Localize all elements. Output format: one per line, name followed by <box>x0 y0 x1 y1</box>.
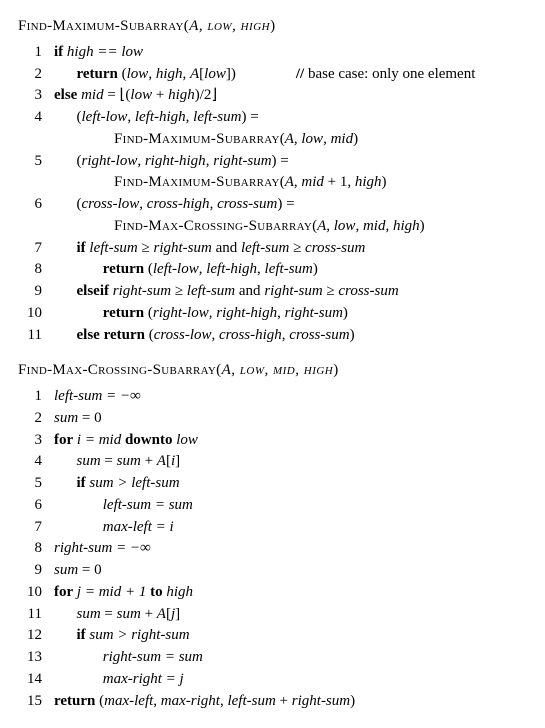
algo2-line-2: 2 sum = 0 <box>18 408 527 430</box>
algo1-line-2: 2 return (low, high, A[low])// base case… <box>18 64 527 86</box>
line-number: 8 <box>18 538 42 560</box>
algo2-line-11: 11 sum = sum + A[j] <box>18 604 527 626</box>
line-number: 8 <box>18 259 42 281</box>
algo2-line-7: 7 max-left = i <box>18 517 527 539</box>
line-number: 2 <box>18 64 42 86</box>
line-number: 10 <box>18 582 42 604</box>
algo1-line-4: 4 (left-low, left-high, left-sum) = <box>18 107 527 129</box>
algo1-params: A, low, high <box>189 18 270 34</box>
algo1-line-1: 1 if high == low <box>18 42 527 64</box>
line-number: 6 <box>18 495 42 517</box>
algo1-line-6: 6 (cross-low, cross-high, cross-sum) = <box>18 194 527 216</box>
line-number: 9 <box>18 560 42 582</box>
line-number: 3 <box>18 430 42 452</box>
algo1-line-10: 10 return (right-low, right-high, right-… <box>18 303 527 325</box>
line-number: 15 <box>18 691 42 713</box>
algo2-line-14: 14 max-right = j <box>18 669 527 691</box>
algo1-line-6b: Find-Max-Crossing-Subarray(A, low, mid, … <box>18 216 527 238</box>
line-number: 11 <box>18 325 42 347</box>
line-number: 5 <box>18 151 42 173</box>
line-number: 3 <box>18 85 42 107</box>
line-number: 12 <box>18 625 42 647</box>
line-number: 10 <box>18 303 42 325</box>
algo2-title: Find-Max-Crossing-Subarray(A, low, mid, … <box>18 360 527 382</box>
line-number: 11 <box>18 604 42 626</box>
line-number: 4 <box>18 451 42 473</box>
algo1-line-5: 5 (right-low, right-high, right-sum) = <box>18 151 527 173</box>
algo2-line-9: 9 sum = 0 <box>18 560 527 582</box>
line-number: 9 <box>18 281 42 303</box>
line-number: 7 <box>18 238 42 260</box>
algo2-line-6: 6 left-sum = sum <box>18 495 527 517</box>
algo1-line-7: 7 if left-sum ≥ right-sum and left-sum ≥… <box>18 238 527 260</box>
algo1-title: Find-Maximum-Subarray(A, low, high) <box>18 16 527 38</box>
algo1-line-5b: Find-Maximum-Subarray(A, mid + 1, high) <box>18 172 527 194</box>
algo1-name: Find-Maximum-Subarray <box>18 18 184 34</box>
line-number: 1 <box>18 386 42 408</box>
algo2-line-5: 5 if sum > left-sum <box>18 473 527 495</box>
algo2-line-8: 8 right-sum = −∞ <box>18 538 527 560</box>
algo2-line-4: 4 sum = sum + A[i] <box>18 451 527 473</box>
line-number: 1 <box>18 42 42 64</box>
algo1-line-11: 11 else return (cross-low, cross-high, c… <box>18 325 527 347</box>
algo2-params: A, low, mid, high <box>222 362 334 378</box>
line-number: 7 <box>18 517 42 539</box>
algo2-name: Find-Max-Crossing-Subarray <box>18 362 216 378</box>
algo1-line-9: 9 elseif right-sum ≥ left-sum and right-… <box>18 281 527 303</box>
line-number: 14 <box>18 669 42 691</box>
algo2-line-10: 10 for j = mid + 1 to high <box>18 582 527 604</box>
line-number: 4 <box>18 107 42 129</box>
line-number: 6 <box>18 194 42 216</box>
algo2-line-15: 15 return (max-left, max-right, left-sum… <box>18 691 527 713</box>
algo2-line-1: 1 left-sum = −∞ <box>18 386 527 408</box>
algo1-line-4b: Find-Maximum-Subarray(A, low, mid) <box>18 129 527 151</box>
algo2-line-3: 3 for i = mid downto low <box>18 430 527 452</box>
algo1-line-8: 8 return (left-low, left-high, left-sum) <box>18 259 527 281</box>
algo2-line-13: 13 right-sum = sum <box>18 647 527 669</box>
line-number: 5 <box>18 473 42 495</box>
algo1-line-3: 3 else mid = ⌊(low + high)/2⌋ <box>18 85 527 107</box>
line-number: 13 <box>18 647 42 669</box>
algo2-line-12: 12 if sum > right-sum <box>18 625 527 647</box>
line-number: 2 <box>18 408 42 430</box>
